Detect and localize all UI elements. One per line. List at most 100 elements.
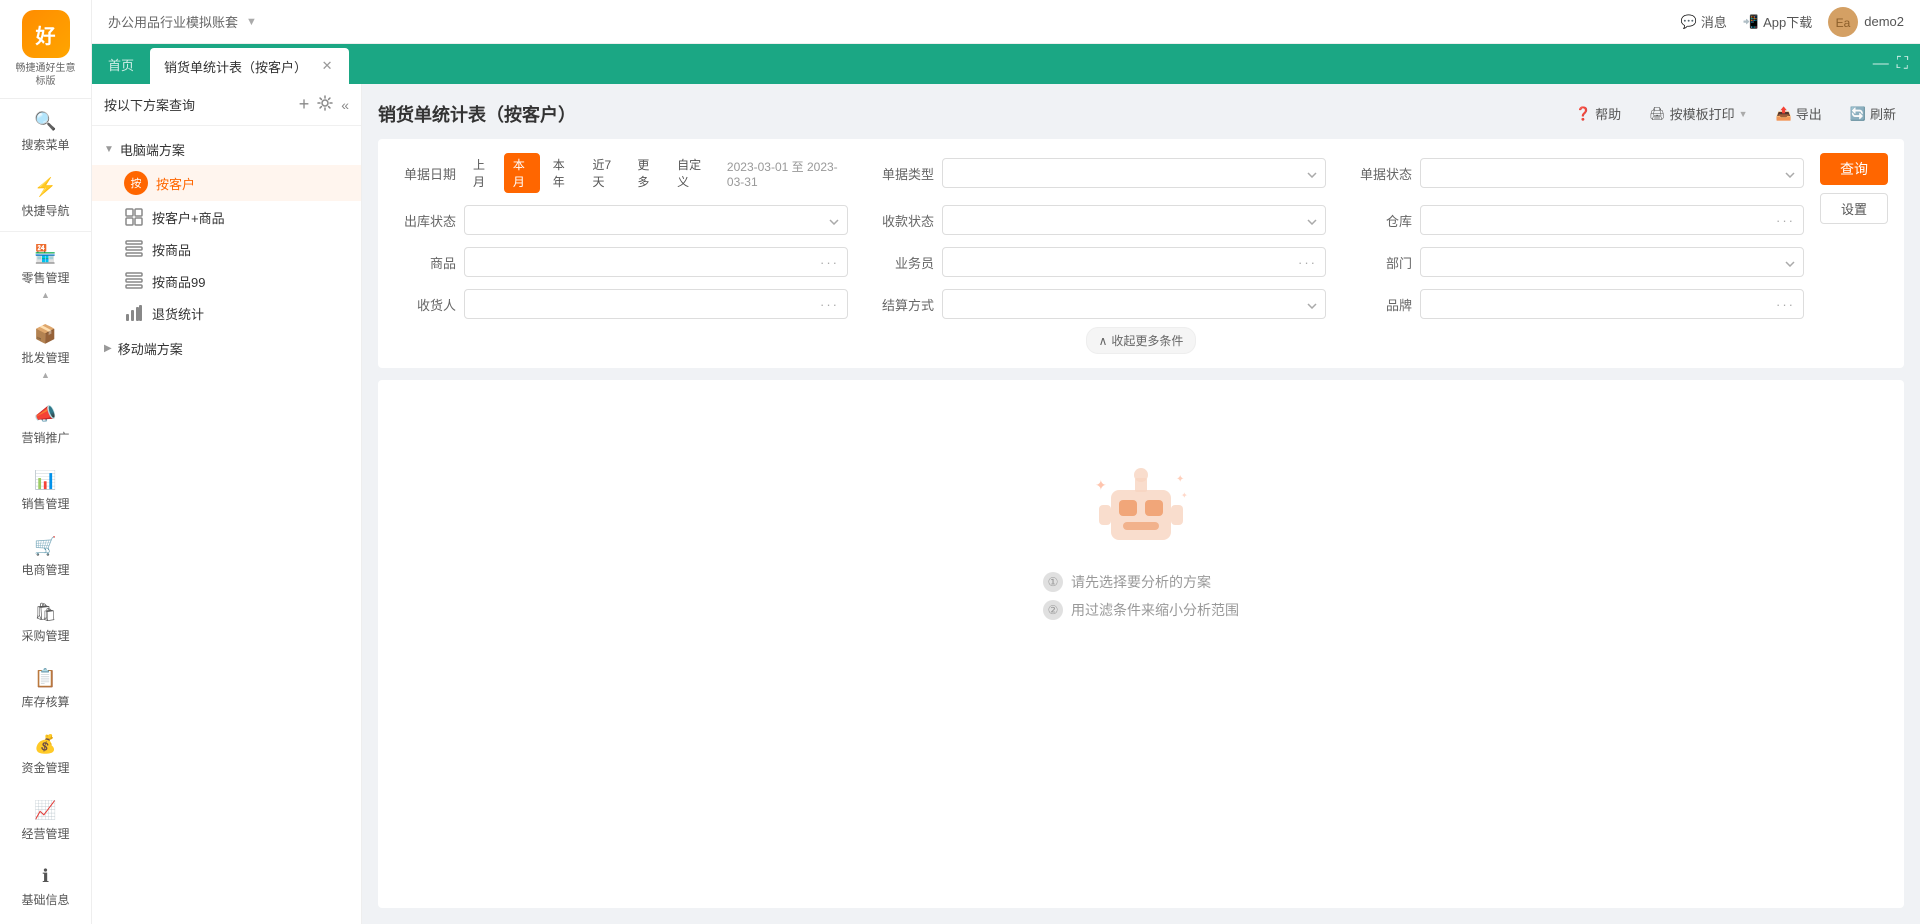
sidebar-item-basics[interactable]: ℹ 基础信息 <box>0 854 91 920</box>
help-button[interactable]: ❓ 帮助 <box>1567 100 1629 127</box>
out-status-dropdown-icon <box>829 213 839 228</box>
sidebar-item-label: 经营管理 <box>21 825 69 842</box>
out-status-select[interactable] <box>464 205 848 235</box>
tree-child-customer-product[interactable]: 按客户+商品 <box>92 201 361 233</box>
refresh-button[interactable]: 🔄 刷新 <box>1842 100 1904 127</box>
filter-salesperson: 业务员 ··· <box>872 247 1326 277</box>
empty-tip-1: ① 请先选择要分析的方案 <box>1043 572 1239 592</box>
add-scheme-button[interactable]: + <box>299 94 310 115</box>
tree-child-by-customer[interactable]: 按 按客户 <box>92 165 361 201</box>
print-button[interactable]: 🖨 按模板打印 ▼ <box>1641 100 1755 127</box>
svg-text:Ea: Ea <box>1836 16 1851 30</box>
warehouse-input[interactable]: ··· <box>1420 205 1804 235</box>
tree-mobile-label: 移动端方案 <box>118 339 183 358</box>
tree-desktop-group[interactable]: ▼ 电脑端方案 <box>92 134 361 165</box>
collapse-panel-button[interactable]: « <box>341 97 349 113</box>
receipt-status-select[interactable] <box>942 205 1326 235</box>
sales-icon: 📊 <box>34 470 56 491</box>
message-button[interactable]: 💬 消息 <box>1681 12 1727 31</box>
sidebar-item-marketing[interactable]: 📣 营销推广 <box>0 392 91 458</box>
sidebar-item-sales[interactable]: 📊 销售管理 <box>0 458 91 524</box>
doc-status-select[interactable] <box>1420 158 1804 188</box>
search-button[interactable]: 查询 <box>1820 153 1888 185</box>
tip-1-text: 请先选择要分析的方案 <box>1071 572 1211 592</box>
date-tab-this-month[interactable]: 本月 <box>504 153 540 193</box>
receiver-input[interactable]: ··· <box>464 289 848 319</box>
department-dropdown-icon <box>1785 255 1795 270</box>
tree-child-label: 按客户 <box>156 174 195 193</box>
refresh-icon: 🔄 <box>1850 106 1866 122</box>
tab-home[interactable]: 首页 <box>92 44 150 84</box>
sidebar-item-search[interactable]: 🔍 搜索菜单 <box>0 99 91 165</box>
header-right: 💬 消息 📲 App下载 Ea demo2 <box>1681 7 1904 37</box>
sidebar-item-label: 资金管理 <box>21 759 69 776</box>
product-input[interactable]: ··· <box>464 247 848 277</box>
search-icon: 🔍 <box>34 111 56 132</box>
refresh-label: 刷新 <box>1870 104 1896 123</box>
filter-doc-status: 单据状态 <box>1350 158 1804 188</box>
sidebar-item-label: 搜索菜单 <box>21 136 69 153</box>
doc-status-dropdown-icon <box>1785 166 1795 181</box>
app-download-label: App下载 <box>1763 12 1812 31</box>
wholesale-icon: 📦 <box>34 324 56 345</box>
sidebar-item-finance[interactable]: 💰 资金管理 <box>0 722 91 788</box>
app-download-button[interactable]: 📲 App下载 <box>1743 12 1812 31</box>
user-name: demo2 <box>1864 14 1904 29</box>
tree-child-product99[interactable]: 按商品99 <box>92 265 361 297</box>
filter-out-status: 出库状态 <box>394 205 848 235</box>
sidebar-item-label: 销售管理 <box>21 495 69 512</box>
left-panel-title: 按以下方案查询 <box>104 95 195 114</box>
sidebar-item-inventory[interactable]: 📋 库存核算 <box>0 656 91 722</box>
date-tab-this-year[interactable]: 本年 <box>544 153 580 193</box>
left-panel-actions: + « <box>299 94 349 115</box>
sidebar-item-ecommerce[interactable]: 🛒 电商管理 <box>0 524 91 590</box>
brand-input[interactable]: ··· <box>1420 289 1804 319</box>
industry-dropdown-icon[interactable]: ▼ <box>246 16 257 28</box>
sidebar: 好 畅捷通好生意标版 🔍 搜索菜单 ⚡ 快捷导航 🏪 零售管理 ▲ 📦 批发管理… <box>0 0 92 924</box>
basics-icon: ℹ <box>42 866 49 887</box>
sidebar-item-purchase[interactable]: 🛍 采购管理 <box>0 590 91 656</box>
settings-scheme-button[interactable] <box>317 95 333 114</box>
doc-type-select[interactable] <box>942 158 1326 188</box>
tab-sales-stats-label: 销货单统计表（按客户） <box>164 57 307 76</box>
salesperson-input[interactable]: ··· <box>942 247 1326 277</box>
export-button[interactable]: 📤 导出 <box>1768 100 1830 127</box>
sidebar-item-retail[interactable]: 🏪 零售管理 ▲ <box>0 231 91 312</box>
date-tab-more[interactable]: 更多 <box>628 153 664 193</box>
doc-type-dropdown-icon <box>1307 166 1317 181</box>
collapse-label: 收起更多条件 <box>1111 332 1183 349</box>
settlement-select[interactable] <box>942 289 1326 319</box>
filter-doc-type: 单据类型 <box>872 158 1326 188</box>
date-tab-last-month[interactable]: 上月 <box>464 153 500 193</box>
sidebar-item-quick-nav[interactable]: ⚡ 快捷导航 <box>0 165 91 231</box>
tree-child-return-stats[interactable]: 退货统计 <box>92 297 361 329</box>
sidebar-item-system[interactable]: ⚙ 系统管理 <box>0 920 91 924</box>
date-tab-custom[interactable]: 自定义 <box>668 153 713 193</box>
tree-section: ▼ 电脑端方案 按 按客户 按客户+商品 按商品 <box>92 126 361 372</box>
filter-settlement: 结算方式 <box>872 289 1326 319</box>
tab-close-button[interactable]: ✕ <box>319 58 335 74</box>
tree-child-by-product[interactable]: 按商品 <box>92 233 361 265</box>
tab-sales-stats[interactable]: 销货单统计表（按客户） ✕ <box>150 48 349 84</box>
maximize-button[interactable]: ⛶ <box>1897 55 1908 73</box>
filter-row-2: 出库状态 收款状态 <box>394 205 1804 235</box>
header-left: 办公用品行业模拟账套 ▼ <box>108 12 257 31</box>
sidebar-item-label: 营销推广 <box>21 429 69 446</box>
collapse-up-icon: ∧ <box>1099 334 1108 348</box>
message-icon: 💬 <box>1681 14 1697 30</box>
ecommerce-icon: 🛒 <box>34 536 56 557</box>
collapse-button[interactable]: ∧ 收起更多条件 <box>1086 327 1197 354</box>
tree-mobile-group[interactable]: ▶ 移动端方案 <box>92 333 361 364</box>
receipt-status-dropdown-icon <box>1307 213 1317 228</box>
download-icon: 📲 <box>1743 14 1759 30</box>
sidebar-item-operations[interactable]: 📈 经营管理 <box>0 788 91 854</box>
settings-button[interactable]: 设置 <box>1820 193 1888 224</box>
sidebar-item-wholesale[interactable]: 📦 批发管理 ▲ <box>0 312 91 392</box>
department-select[interactable] <box>1420 247 1804 277</box>
minimize-button[interactable]: — <box>1873 55 1889 73</box>
date-tab-7days[interactable]: 近7天 <box>584 153 625 193</box>
logo-area: 好 畅捷通好生意标版 <box>0 0 91 99</box>
retail-icon: 🏪 <box>34 244 56 265</box>
empty-state: ✦ ✦ ✦ ① 请先选择要分析的方案 ② 用过滤条件来缩小分析范围 <box>378 380 1904 680</box>
user-area[interactable]: Ea demo2 <box>1828 7 1904 37</box>
